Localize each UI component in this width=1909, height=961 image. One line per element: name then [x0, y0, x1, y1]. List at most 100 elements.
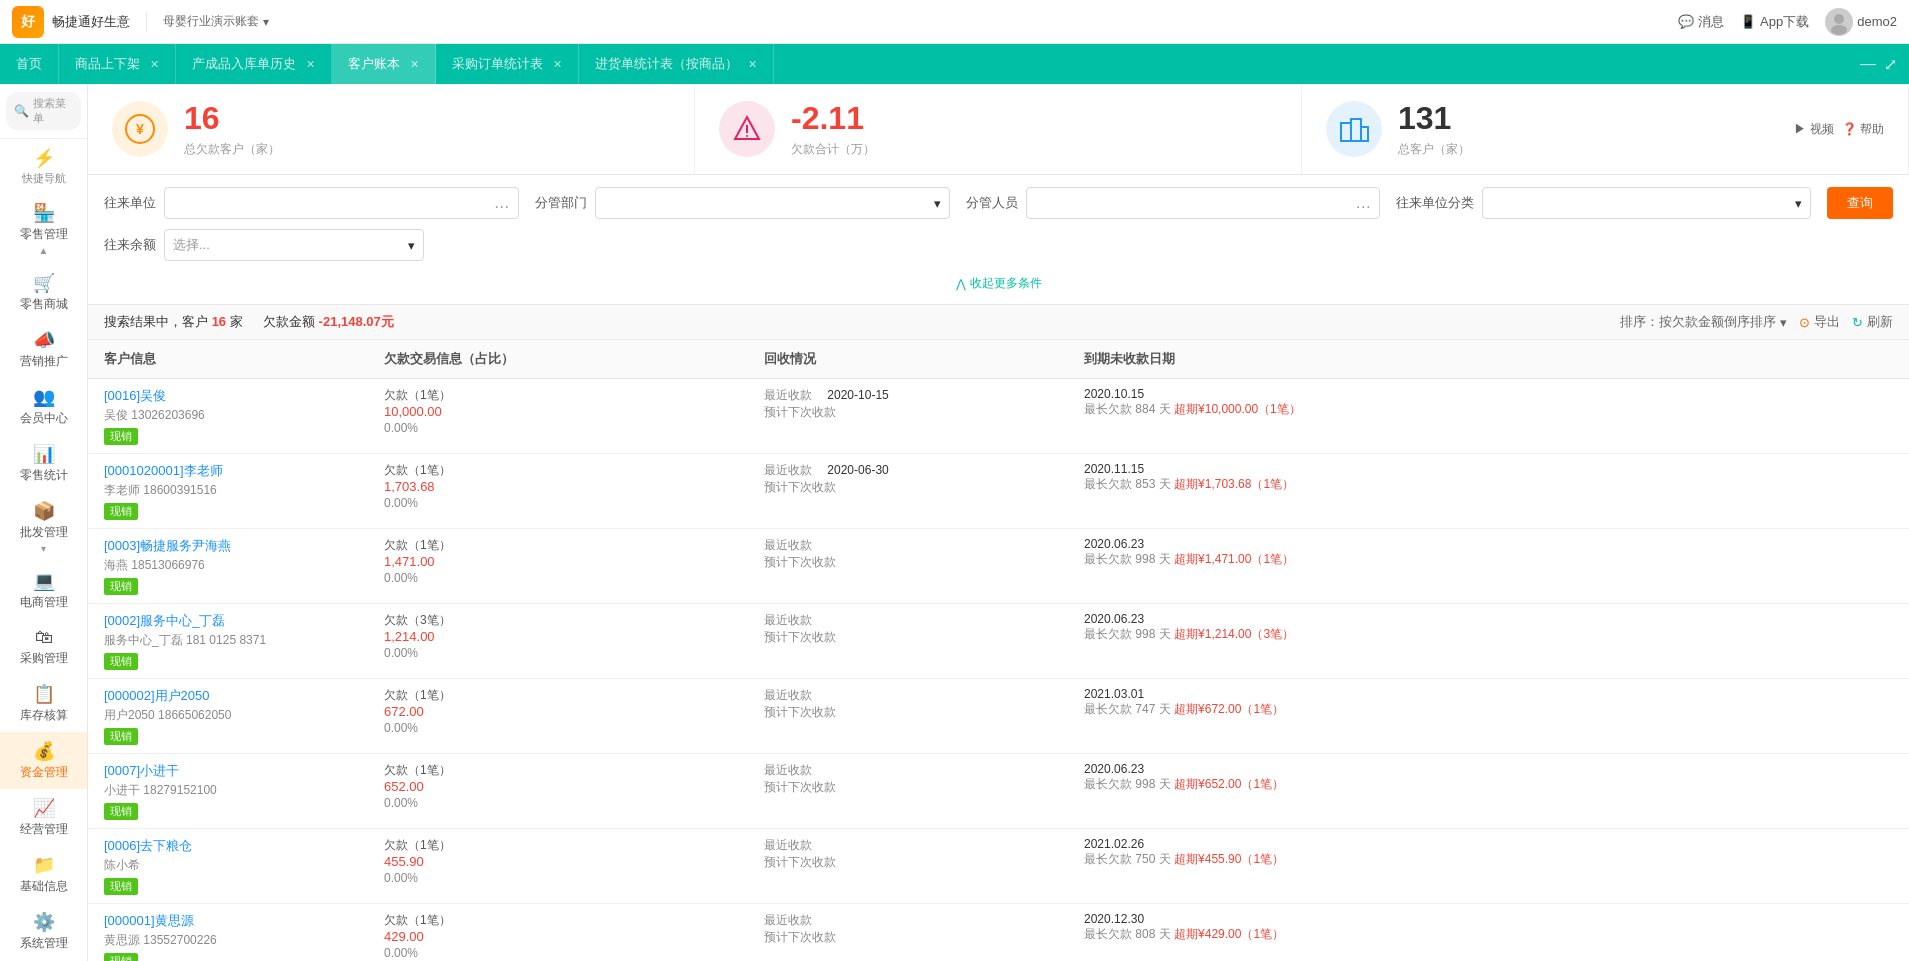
- sidebar-item-operation[interactable]: 📈 经营管理: [0, 789, 87, 846]
- filter-area: 往来单位 … 分管部门 ▾ 分管人员: [88, 175, 1909, 305]
- customer-name-link[interactable]: [0002]服务中心_丁磊: [104, 612, 352, 630]
- stats-bar: ¥ 16 总欠款客户（家） -2.11 欠款合计（万）: [88, 84, 1909, 175]
- debt-amount[interactable]: 1,471.00: [384, 554, 732, 569]
- tab-close-icon[interactable]: ✕: [748, 58, 757, 71]
- person-input[interactable]: …: [1026, 187, 1381, 219]
- refresh-button[interactable]: ↻ 刷新: [1852, 313, 1893, 331]
- debt-desc: 欠款（3笔）: [384, 612, 732, 629]
- sidebar-item-marketing[interactable]: 📣 营销推广: [0, 321, 87, 378]
- svg-rect-9: [1361, 127, 1368, 141]
- store-selector[interactable]: 母婴行业演示账套 ▾: [163, 13, 269, 30]
- video-btn[interactable]: ▶ 视频: [1794, 121, 1833, 138]
- svg-rect-7: [1341, 123, 1351, 141]
- category-select[interactable]: ▾: [1482, 187, 1811, 219]
- dept-label: 分管部门: [535, 194, 587, 212]
- customer-name-link[interactable]: [0016]吴俊: [104, 387, 352, 405]
- sidebar-item-ecommerce[interactable]: 💻 电商管理: [0, 562, 87, 619]
- recent-date: 2020-10-15: [815, 388, 888, 402]
- customer-name-link[interactable]: [0007]小进干: [104, 762, 352, 780]
- dropdown-arrow: ▾: [263, 15, 269, 29]
- tab-close-icon[interactable]: ✕: [306, 58, 315, 71]
- help-btn[interactable]: ❓ 帮助: [1842, 121, 1884, 138]
- customer-info-cell: [0002]服务中心_丁磊 服务中心_丁磊 181 0125 8371 现销: [88, 604, 368, 679]
- sort-label: 排序：按欠款金额倒序排序: [1620, 313, 1776, 331]
- purchase-icon: 🛍: [35, 627, 53, 648]
- debt-amount[interactable]: 10,000.00: [384, 404, 732, 419]
- app-download-btn[interactable]: 📱 App下载: [1740, 13, 1809, 31]
- recent-label: 最近收款: [764, 613, 812, 627]
- tab-stock-stat[interactable]: 进货单统计表（按商品） ✕: [579, 44, 774, 84]
- overdue-amount-link[interactable]: 超期¥455.90（1笔）: [1174, 852, 1284, 866]
- customer-name-link[interactable]: [000001]黄思源: [104, 912, 352, 930]
- customer-sub-info: 服务中心_丁磊 181 0125 8371: [104, 632, 352, 649]
- debt-desc: 欠款（1笔）: [384, 762, 732, 779]
- sidebar-item-purchase[interactable]: 🛍 采购管理: [0, 619, 87, 675]
- debt-amount[interactable]: 1,214.00: [384, 629, 732, 644]
- tab-product-off[interactable]: 商品上下架 ✕: [59, 44, 176, 84]
- customer-name-link[interactable]: [0003]畅捷服务尹海燕: [104, 537, 352, 555]
- debt-info-cell: 欠款（1笔） 429.00 0.00%: [368, 904, 748, 962]
- collapse-button[interactable]: ⋀ 收起更多条件: [104, 271, 1893, 296]
- message-btn[interactable]: 💬 消息: [1678, 13, 1724, 31]
- overdue-amount-link[interactable]: 超期¥10,000.00（1笔）: [1174, 402, 1301, 416]
- sidebar-search-box[interactable]: 🔍 搜索菜单: [6, 92, 81, 130]
- user-profile-btn[interactable]: demo2: [1825, 8, 1897, 36]
- dept-select[interactable]: ▾: [595, 187, 950, 219]
- overdue-amount-link[interactable]: 超期¥1,471.00（1笔）: [1174, 552, 1294, 566]
- operation-icon: 📈: [33, 797, 55, 819]
- tab-production-history[interactable]: 产成品入库单历史 ✕: [176, 44, 332, 84]
- tab-purchase-order[interactable]: 采购订单统计表 ✕: [436, 44, 579, 84]
- marketing-icon: 📣: [33, 329, 55, 351]
- debt-amount[interactable]: 1,703.68: [384, 479, 732, 494]
- sidebar-item-system[interactable]: ⚙️ 系统管理: [0, 903, 87, 960]
- sidebar-search-area: 🔍 搜索菜单: [0, 84, 87, 139]
- debt-amount[interactable]: 455.90: [384, 854, 732, 869]
- sidebar-item-batch-mgmt[interactable]: 📦 批发管理 ▾: [0, 492, 87, 562]
- customer-name-link[interactable]: [000002]用户2050: [104, 687, 352, 705]
- tab-home[interactable]: 首页: [0, 44, 59, 84]
- supplier-label: 往来单位: [104, 194, 156, 212]
- tab-customer-account[interactable]: 客户账本 ✕: [332, 44, 436, 84]
- customer-table: 客户信息 欠款交易信息（占比） 回收情况 到期未收款日期 [0016]吴俊 吴俊…: [88, 340, 1909, 961]
- debt-info-cell: 欠款（1笔） 1,471.00 0.00%: [368, 529, 748, 604]
- debt-desc: 欠款（1笔）: [384, 837, 732, 854]
- recent-label: 最近收款: [764, 763, 812, 777]
- balance-select[interactable]: 选择... ▾: [164, 229, 424, 261]
- next-collect: 预计下次收款: [764, 704, 1052, 721]
- debt-amount[interactable]: 652.00: [384, 779, 732, 794]
- overdue-amount-link[interactable]: 超期¥672.00（1笔）: [1174, 702, 1284, 716]
- next-label: 预计下次收款: [764, 930, 836, 944]
- sort-button[interactable]: 排序：按欠款金额倒序排序 ▾: [1620, 313, 1787, 331]
- tab-minimize-btn[interactable]: —: [1860, 55, 1876, 73]
- customer-info-cell: [000002]用户2050 用户2050 18665062050 现销: [88, 679, 368, 754]
- overdue-amount-link[interactable]: 超期¥429.00（1笔）: [1174, 927, 1284, 941]
- export-button[interactable]: ⊙ 导出: [1799, 313, 1840, 331]
- debt-amount[interactable]: 672.00: [384, 704, 732, 719]
- overdue-amount-link[interactable]: 超期¥652.00（1笔）: [1174, 777, 1284, 791]
- tab-close-icon[interactable]: ✕: [150, 58, 159, 71]
- supplier-input[interactable]: …: [164, 187, 519, 219]
- collect-status-cell: 最近收款 预计下次收款: [748, 529, 1068, 604]
- debt-amount[interactable]: 429.00: [384, 929, 732, 944]
- sidebar-item-basic-info[interactable]: 📁 基础信息: [0, 846, 87, 903]
- tab-expand-btn[interactable]: ⤢: [1884, 55, 1897, 74]
- sidebar-item-member[interactable]: 👥 会员中心: [0, 378, 87, 435]
- customer-sub-info: 吴俊 13026203696: [104, 407, 352, 424]
- sidebar-item-retail-stat[interactable]: 📊 零售统计: [0, 435, 87, 492]
- customer-name-link[interactable]: [0006]去下粮仓: [104, 837, 352, 855]
- sidebar-item-retail-store[interactable]: 🛒 零售商城: [0, 264, 87, 321]
- overdue-amount-link[interactable]: 超期¥1,214.00（3笔）: [1174, 627, 1294, 641]
- recent-collect: 最近收款 2020-10-15: [764, 387, 1052, 404]
- sidebar-item-retail-mgmt[interactable]: 🏪 零售管理 ▲: [0, 194, 87, 264]
- customer-name-link[interactable]: [0001020001]李老师: [104, 462, 352, 480]
- customer-sub-info: 黄思源 13552700226: [104, 932, 352, 949]
- sidebar-item-stock[interactable]: 📋 库存核算: [0, 675, 87, 732]
- table-row: [0002]服务中心_丁磊 服务中心_丁磊 181 0125 8371 现销 欠…: [88, 604, 1909, 679]
- overdue-amount-link[interactable]: 超期¥1,703.68（1笔）: [1174, 477, 1294, 491]
- tab-close-icon[interactable]: ✕: [410, 58, 419, 71]
- customer-info-cell: [0006]去下粮仓 陈小希 现销: [88, 829, 368, 904]
- sidebar-item-finance[interactable]: 💰 资金管理: [0, 732, 87, 789]
- tab-close-icon[interactable]: ✕: [553, 58, 562, 71]
- query-button[interactable]: 查询: [1827, 187, 1893, 219]
- svg-point-1: [1831, 25, 1847, 35]
